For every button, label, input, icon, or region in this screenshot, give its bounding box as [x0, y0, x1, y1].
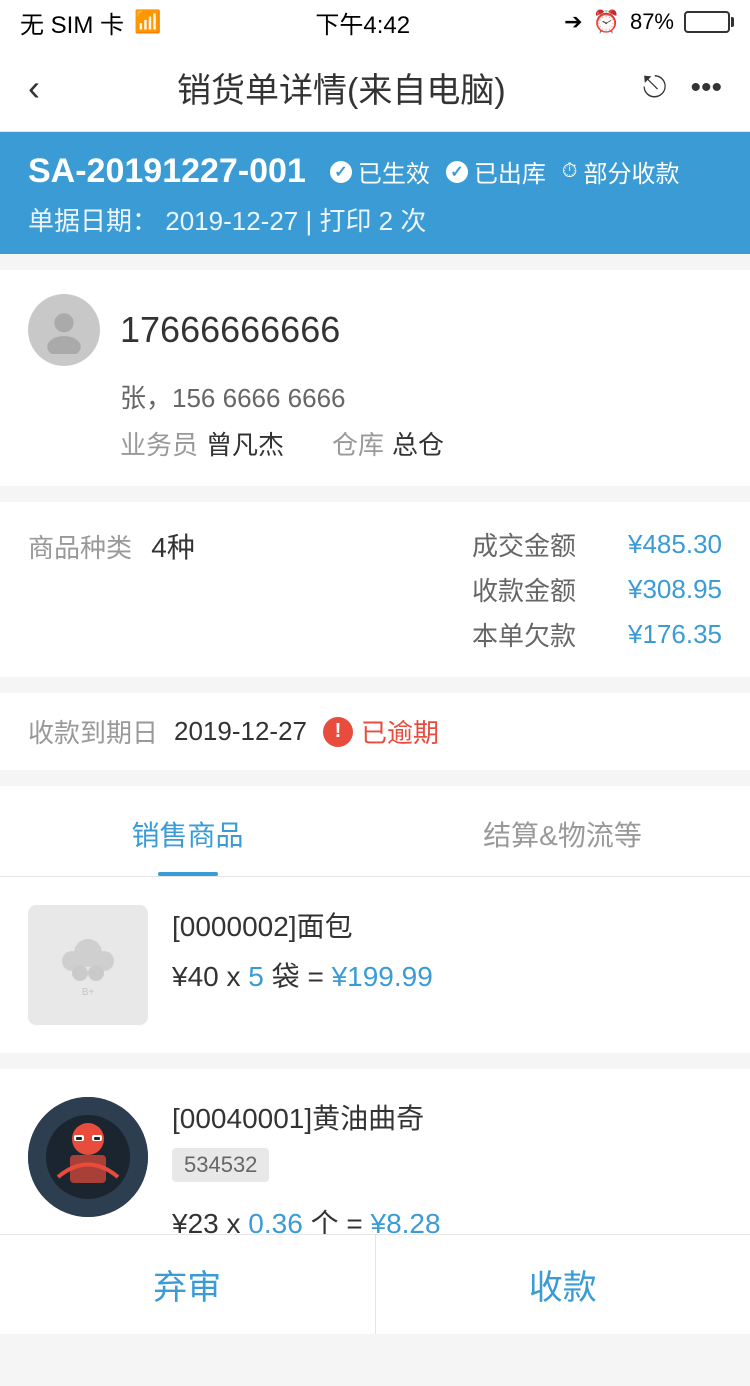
summary-grid: 商品种类 4种 成交金额 ¥485.30 收款金额 ¥308.95 本单欠款 ¥…	[28, 526, 722, 653]
summary-left: 商品种类 4种	[28, 526, 195, 566]
product-name-1: [0000002]面包	[172, 905, 722, 945]
debt-row: 本单欠款 ¥176.35	[472, 616, 722, 653]
status-left: 无 SIM 卡 📶	[20, 5, 161, 40]
battery-icon	[684, 11, 730, 33]
tabs: 销售商品 结算&物流等	[0, 786, 750, 876]
overdue-badge: ! 已逾期	[323, 713, 439, 750]
abandon-button[interactable]: 弃审	[0, 1235, 376, 1334]
overdue-text: 已逾期	[361, 713, 439, 750]
page-title: 销货单详情(来自电脑)	[177, 63, 506, 112]
amount-row: 成交金额 ¥485.30	[472, 526, 722, 563]
status-effected-label: 已生效	[358, 154, 430, 189]
svg-text:B+: B+	[82, 987, 95, 998]
price-eq-1: =	[307, 961, 331, 992]
price-unit-1: ¥40	[172, 961, 219, 992]
warehouse-value: 总仓	[392, 425, 444, 462]
back-button[interactable]: ‹	[28, 67, 40, 109]
status-right: ➔ ⏰ 87%	[564, 9, 730, 35]
due-section: 收款到期日 2019-12-27 ! 已逾期	[0, 693, 750, 770]
due-date: 2019-12-27	[174, 716, 307, 747]
status-effected: ✓ 已生效	[330, 154, 430, 189]
banner-row1: SA-20191227-001 ✓ 已生效 ✓ 已出库 ⏱ 部分收款	[28, 152, 722, 191]
status-shipped: ✓ 已出库	[446, 154, 546, 189]
tab-settlement[interactable]: 结算&物流等	[375, 786, 750, 876]
product-info-2: [00040001]黄油曲奇 534532 ¥23 x 0.36 个 = ¥8.…	[172, 1097, 722, 1242]
carrier-text: 无 SIM 卡	[20, 5, 124, 40]
sales-label: 业务员	[120, 425, 198, 462]
customer-meta: 业务员 曾凡杰 仓库 总仓	[28, 425, 722, 462]
bottom-actions: 弃审 收款	[0, 1234, 750, 1334]
status-partial-label: 部分收款	[584, 154, 680, 189]
status-bar: 无 SIM 卡 📶 下午4:42 ➔ ⏰ 87%	[0, 0, 750, 44]
print-info: | 打印 2 次	[305, 206, 426, 236]
order-id: SA-20191227-001	[28, 152, 306, 191]
tab-sales-products[interactable]: 销售商品	[0, 786, 375, 876]
product-type-value: 4种	[151, 532, 195, 563]
product-name-2: [00040001]黄油曲奇	[172, 1097, 722, 1137]
customer-top: 17666666666	[28, 294, 722, 366]
amount-value: ¥485.30	[592, 529, 722, 560]
more-icon[interactable]: •••	[690, 71, 722, 105]
avatar	[28, 294, 100, 366]
product-info-1: [0000002]面包 ¥40 x 5 袋 = ¥199.99	[172, 905, 722, 995]
customer-section: 17666666666 张，156 6666 6666 业务员 曾凡杰 仓库 总…	[0, 270, 750, 486]
received-label: 收款金额	[472, 571, 576, 608]
customer-name: 张，156 6666 6666	[28, 378, 722, 415]
share-icon[interactable]: ⎋	[643, 71, 667, 105]
alarm-icon: ⏰	[593, 9, 620, 35]
sales-value: 曾凡杰	[206, 425, 284, 462]
summary-section: 商品种类 4种 成交金额 ¥485.30 收款金额 ¥308.95 本单欠款 ¥…	[0, 502, 750, 677]
product-price-1: ¥40 x 5 袋 = ¥199.99	[172, 955, 722, 995]
status-tags: ✓ 已生效 ✓ 已出库 ⏱ 部分收款	[330, 154, 680, 189]
nav-bar: ‹ 销货单详情(来自电脑) ⎋ •••	[0, 44, 750, 132]
clock-icon: ⏱	[562, 160, 578, 183]
header-banner: SA-20191227-001 ✓ 已生效 ✓ 已出库 ⏱ 部分收款 单据日期：…	[0, 132, 750, 254]
customer-phone: 17666666666	[120, 309, 340, 351]
product-thumb-1: B+	[28, 905, 148, 1025]
tab-sales-products-label: 销售商品	[131, 820, 243, 851]
check-icon-1: ✓	[330, 161, 352, 183]
price-separator-1: x	[227, 961, 249, 992]
status-partial: ⏱ 部分收款	[562, 154, 680, 189]
status-time: 下午4:42	[315, 5, 410, 40]
product-type-label: 商品种类	[28, 533, 132, 563]
debt-label: 本单欠款	[472, 616, 576, 653]
banner-row2: 单据日期： 2019-12-27 | 打印 2 次	[28, 201, 722, 238]
date-label: 单据日期：	[28, 206, 158, 236]
amount-label: 成交金额	[472, 526, 576, 563]
received-value: ¥308.95	[592, 574, 722, 605]
status-shipped-label: 已出库	[474, 154, 546, 189]
location-icon: ➔	[564, 9, 582, 35]
order-date: 2019-12-27	[165, 206, 298, 236]
tabs-container: 销售商品 结算&物流等	[0, 786, 750, 877]
battery-text: 87%	[630, 9, 674, 35]
check-icon-2: ✓	[446, 161, 468, 183]
overdue-icon: !	[323, 717, 353, 747]
received-row: 收款金额 ¥308.95	[472, 571, 722, 608]
price-unit-text-1: 袋	[272, 961, 300, 992]
due-label: 收款到期日	[28, 713, 158, 750]
collect-button[interactable]: 收款	[376, 1235, 750, 1334]
price-qty-1: 5	[248, 961, 264, 992]
warehouse-label: 仓库	[332, 425, 384, 462]
product-thumb-2	[28, 1097, 148, 1217]
summary-right: 成交金额 ¥485.30 收款金额 ¥308.95 本单欠款 ¥176.35	[472, 526, 722, 653]
price-total-1: ¥199.99	[332, 961, 433, 992]
tab-settlement-label: 结算&物流等	[483, 820, 642, 851]
product-item: B+ [0000002]面包 ¥40 x 5 袋 = ¥199.99	[0, 877, 750, 1053]
products-list: B+ [0000002]面包 ¥40 x 5 袋 = ¥199.99	[0, 877, 750, 1270]
nav-actions: ⎋ •••	[643, 71, 722, 105]
debt-value: ¥176.35	[592, 619, 722, 650]
wifi-icon: 📶	[134, 9, 161, 35]
product-badge-2: 534532	[172, 1148, 269, 1182]
